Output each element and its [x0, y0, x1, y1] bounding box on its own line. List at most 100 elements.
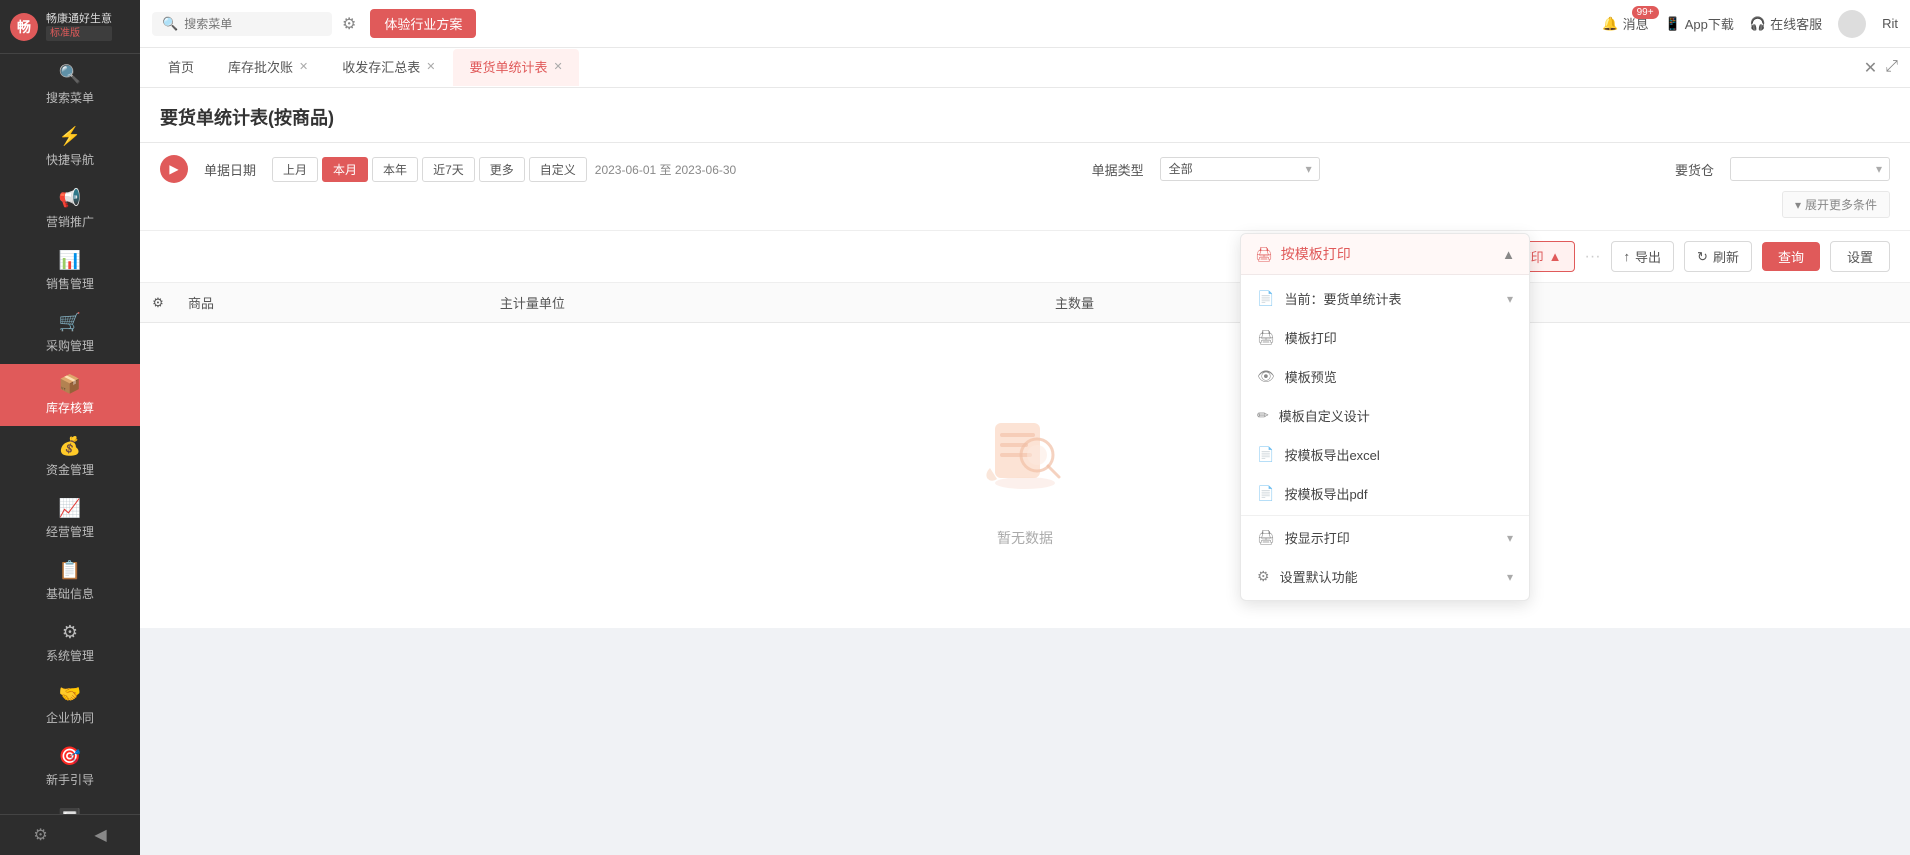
content-area: 要货单统计表(按商品) ▶ 单据日期 上月 本月 本年 近7天 更多 自定义 2… [140, 88, 1910, 855]
tab-home[interactable]: 首页 [152, 49, 210, 86]
sidebar-item-finance[interactable]: 💰 资金管理 [0, 426, 140, 488]
dropdown-divider-1 [1241, 515, 1529, 516]
order-source-wrapper [1730, 157, 1890, 181]
current-template-arrow: ▾ [1507, 292, 1513, 306]
display-print-icon: 🖨 [1257, 529, 1275, 546]
query-button[interactable]: 查询 [1762, 242, 1820, 271]
tab-order-stats[interactable]: 要货单统计表 ✕ [453, 49, 578, 86]
sidebar-item-operation[interactable]: 📈 经营管理 [0, 488, 140, 550]
refresh-icon: ↻ [1697, 249, 1708, 265]
date-btn-this-year[interactable]: 本年 [372, 157, 418, 182]
export-icon: ↑ [1624, 249, 1631, 264]
date-btn-more[interactable]: 更多 [479, 157, 525, 182]
settings-button[interactable]: 设置 [1830, 241, 1890, 272]
col-settings[interactable]: ⚙ [140, 283, 176, 323]
template-preview-item[interactable]: 👁 模板预览 [1241, 357, 1529, 396]
sidebar-item-marketing[interactable]: 📢 营销推广 [0, 178, 140, 240]
search-icon: 🔍 [162, 16, 178, 32]
template-print-item[interactable]: 🖨 模板打印 [1241, 318, 1529, 357]
template-design-icon: ✏ [1257, 407, 1269, 424]
col-product: 商品 [176, 283, 488, 323]
order-type-label: 单据类型 [1092, 160, 1144, 179]
chart-icon: 📊 [59, 250, 81, 271]
display-print-arrow: ▾ [1507, 531, 1513, 545]
online-service-btn[interactable]: 🎧 在线客服 [1750, 14, 1822, 33]
sidebar-item-system[interactable]: ⚙ 系统管理 [0, 612, 140, 674]
sidebar-nav: 🔍 搜索菜单 ⚡ 快捷导航 📢 营销推广 📊 销售管理 🛒 采购管理 📦 库存核… [0, 54, 140, 814]
refresh-button[interactable]: ↻ 刷新 [1684, 241, 1752, 272]
empty-state: 暂无数据 [140, 323, 1910, 628]
sidebar-settings-icon[interactable]: ⚙ [33, 825, 47, 845]
date-btn-custom[interactable]: 自定义 [529, 157, 587, 182]
sidebar-item-sales[interactable]: 📊 销售管理 [0, 240, 140, 302]
sidebar-item-guide[interactable]: 🎯 新手引导 [0, 736, 140, 798]
default-func-item[interactable]: ⚙ 设置默认功能 ▾ [1241, 557, 1529, 596]
main-area: 🔍 ⚙ 体验行业方案 🔔 消息 99+ 📱 App下载 🎧 在线客服 Rit [140, 0, 1910, 855]
table-area: ⚙ 商品 主计量单位 主数量 零售金额 [140, 283, 1910, 628]
tab-close-order-stats[interactable]: ✕ [554, 60, 563, 73]
template-design-item[interactable]: ✏ 模板自定义设计 [1241, 396, 1529, 435]
messages-btn[interactable]: 🔔 消息 99+ [1602, 14, 1648, 33]
template-export-excel-item[interactable]: 📄 按模板导出excel [1241, 435, 1529, 474]
tab-close-inventory-batch[interactable]: ✕ [299, 60, 308, 73]
expand-icon-btn[interactable]: ▶ [160, 155, 188, 183]
filter-row-1: ▶ 单据日期 上月 本月 本年 近7天 更多 自定义 2023-06-01 至 … [160, 155, 1890, 183]
tab-inventory-batch[interactable]: 库存批次账 ✕ [212, 49, 324, 86]
date-filter-label: 单据日期 [204, 160, 256, 179]
sidebar-item-basic[interactable]: 📋 基础信息 [0, 550, 140, 612]
sidebar-item-apps[interactable]: 🔲 应用中心 [0, 798, 140, 814]
search-input[interactable] [184, 17, 304, 31]
date-btn-this-month[interactable]: 本月 [322, 157, 368, 182]
date-range-text: 2023-06-01 至 2023-06-30 [595, 161, 736, 178]
export-button[interactable]: ↑ 导出 [1611, 241, 1675, 272]
close-window-icon[interactable]: ✕ [1864, 58, 1877, 78]
tab-close-receive-summary[interactable]: ✕ [426, 60, 435, 73]
date-btn-7days[interactable]: 近7天 [422, 157, 475, 182]
app-name: 畅康通好生意 [46, 12, 112, 26]
window-controls: ✕ ⤢ [1864, 58, 1898, 78]
lightning-icon: ⚡ [59, 126, 81, 147]
sidebar-item-cooperation[interactable]: 🤝 企业协同 [0, 674, 140, 736]
action-bar: 🖨 按模板打印 ▲ ··· ↑ 导出 ↻ 刷新 查询 [140, 231, 1910, 283]
expand-more-btn[interactable]: ▾ 展开更多条件 [1782, 191, 1890, 218]
date-buttons: 上月 本月 本年 近7天 更多 自定义 2023-06-01 至 2023-06… [272, 157, 736, 182]
app-version: 标准版 [46, 26, 112, 41]
current-template-item[interactable]: 📄 当前：要货单统计表 ▾ [1241, 279, 1529, 318]
sidebar-collapse-icon[interactable]: ◀ [94, 825, 106, 845]
growth-icon: 📈 [59, 498, 81, 519]
sidebar-item-search[interactable]: 🔍 搜索菜单 [0, 54, 140, 116]
trial-button[interactable]: 体验行业方案 [370, 9, 476, 38]
app-download-btn[interactable]: 📱 App下载 [1665, 14, 1734, 33]
gear-icon: ⚙ [62, 622, 78, 643]
sidebar: 畅 畅康通好生意 标准版 🔍 搜索菜单 ⚡ 快捷导航 📢 营销推广 📊 销售管理… [0, 0, 140, 855]
more-options-icon[interactable]: ··· [1585, 248, 1601, 266]
search-box[interactable]: 🔍 [152, 12, 332, 36]
empty-text: 暂无数据 [997, 528, 1053, 548]
sidebar-item-quick-nav[interactable]: ⚡ 快捷导航 [0, 116, 140, 178]
search-icon: 🔍 [59, 64, 81, 85]
sidebar-item-inventory[interactable]: 📦 库存核算 [0, 364, 140, 426]
print-dropdown-close-icon[interactable]: ▲ [1502, 247, 1515, 262]
maximize-window-icon[interactable]: ⤢ [1885, 58, 1898, 78]
date-btn-last-month[interactable]: 上月 [272, 157, 318, 182]
page-title: 要货单统计表(按商品) [160, 104, 1890, 130]
order-source-label: 要货仓 [1675, 160, 1714, 179]
megaphone-icon: 📢 [59, 188, 81, 209]
money-icon: 💰 [59, 436, 81, 457]
phone-icon: 📱 [1665, 16, 1681, 32]
expand-down-icon: ▾ [1795, 198, 1801, 212]
tab-receive-summary[interactable]: 收发存汇总表 ✕ [326, 49, 451, 86]
data-table: ⚙ 商品 主计量单位 主数量 零售金额 [140, 283, 1910, 323]
chevron-up-icon: ▲ [1549, 249, 1562, 264]
sidebar-item-purchase[interactable]: 🛒 采购管理 [0, 302, 140, 364]
user-avatar[interactable] [1838, 10, 1866, 38]
order-source-select[interactable] [1730, 157, 1890, 181]
clipboard-icon: 📋 [59, 560, 81, 581]
export-pdf-icon: 📄 [1257, 485, 1274, 502]
default-func-arrow: ▾ [1507, 570, 1513, 584]
display-print-item[interactable]: 🖨 按显示打印 ▾ [1241, 518, 1529, 557]
topbar-gear-icon[interactable]: ⚙ [342, 14, 356, 34]
print-dropdown-printer-icon: 🖨 [1255, 246, 1273, 263]
order-type-select[interactable]: 全部 要货单 补货单 [1160, 157, 1320, 181]
template-export-pdf-item[interactable]: 📄 按模板导出pdf [1241, 474, 1529, 513]
